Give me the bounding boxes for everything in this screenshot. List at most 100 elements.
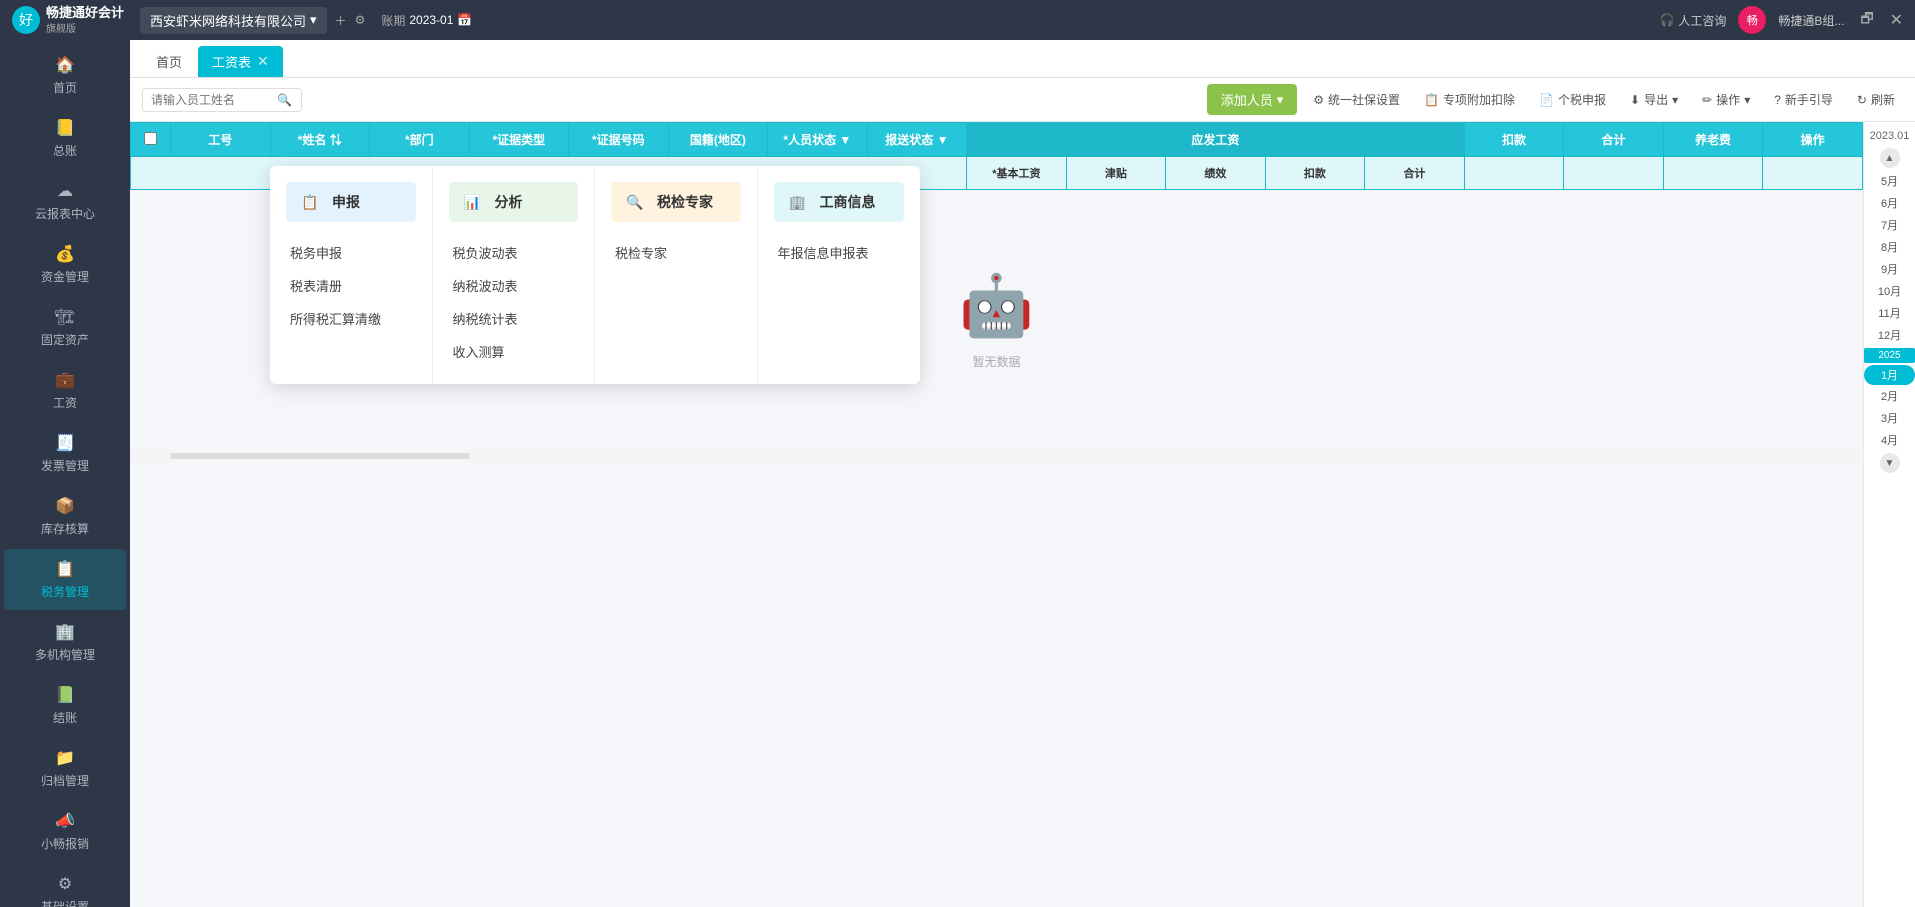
sidebar-icon: 📁 xyxy=(55,748,75,768)
select-all-checkbox[interactable] xyxy=(144,132,157,145)
sidebar-label: 工资 xyxy=(53,394,77,411)
timeline-month-3月[interactable]: 3月 xyxy=(1864,407,1915,429)
sub-col-total: 合计 xyxy=(1365,157,1465,190)
toolbar: 🔍 添加人员 ▾ ⚙ 统一社保设置 📋 专项附加扣除 📄 个税申报 ⬇ 导出 xyxy=(130,78,1915,122)
sidebar-item-首页[interactable]: 🏠首页 xyxy=(4,45,126,106)
timeline-month-5月[interactable]: 5月 xyxy=(1864,170,1915,192)
sidebar-icon: 🧾 xyxy=(55,433,75,453)
sidebar-item-工资[interactable]: 💼工资 xyxy=(4,360,126,421)
search-input[interactable] xyxy=(151,93,271,107)
col-deduct: 扣款 xyxy=(1464,123,1564,157)
dropdown-item-税表清册[interactable]: 税表清册 xyxy=(286,269,416,302)
top-bar: 好 畅捷通好会计 旗舰版 西安虾米网络科技有限公司 ▾ ＋ ⚙ 账期 2023-… xyxy=(0,0,1915,40)
period-label: 账期 xyxy=(381,12,405,29)
refresh-button[interactable]: ↻ 刷新 xyxy=(1849,87,1903,112)
tab-payroll[interactable]: 工资表 ✕ xyxy=(198,46,283,77)
col-status: *人员状态 ▼ xyxy=(768,123,868,157)
checkbox-col-header[interactable] xyxy=(131,123,171,157)
timeline-month-1月[interactable]: 1月 xyxy=(1864,365,1915,385)
sidebar-item-总账[interactable]: 📒总账 xyxy=(4,108,126,169)
special-deduction-button[interactable]: 📋 专项附加扣除 xyxy=(1416,87,1523,112)
guide-button[interactable]: ? 新手引导 xyxy=(1766,87,1841,112)
export-button[interactable]: ⬇ 导出 ▾ xyxy=(1622,87,1686,112)
sidebar-item-多机构管理[interactable]: 🏢多机构管理 xyxy=(4,612,126,673)
sidebar-label: 首页 xyxy=(53,79,77,96)
dropdown-item-纳税统计表[interactable]: 纳税统计表 xyxy=(449,302,579,335)
col-pension: 养老费 xyxy=(1663,123,1763,157)
sidebar-label: 发票管理 xyxy=(41,457,89,474)
dropdown-item-收入测算[interactable]: 收入测算 xyxy=(449,335,579,368)
timeline-month-2月[interactable]: 2月 xyxy=(1864,385,1915,407)
dropdown-item-纳税波动表[interactable]: 纳税波动表 xyxy=(449,269,579,302)
dropdown-col-税检专家: 🔍税检专家税检专家 xyxy=(595,166,758,384)
dropdown-item-年报信息申报表[interactable]: 年报信息申报表 xyxy=(774,236,905,269)
settings-icon[interactable]: ⚙ xyxy=(355,13,366,27)
tab-close-icon[interactable]: ✕ xyxy=(257,53,269,70)
sidebar-label: 小畅报销 xyxy=(41,835,89,852)
operation-button[interactable]: ✏ 操作 ▾ xyxy=(1694,87,1758,112)
sidebar-item-归档管理[interactable]: 📁 归档管理 xyxy=(4,738,126,799)
col-cert-type: *证据类型 xyxy=(469,123,569,157)
sidebar-label: 归档管理 xyxy=(41,772,89,789)
timeline-month-12月[interactable]: 12月 xyxy=(1864,324,1915,346)
scrollbar-thumb[interactable] xyxy=(170,453,470,459)
social-security-button[interactable]: ⚙ 统一社保设置 xyxy=(1305,87,1408,112)
timeline-month-4月[interactable]: 4月 xyxy=(1864,429,1915,451)
close-icon[interactable]: ✕ xyxy=(1890,10,1903,30)
add-person-button[interactable]: 添加人员 ▾ xyxy=(1207,84,1298,115)
timeline-nav-down[interactable]: ▼ xyxy=(1880,453,1900,473)
dropdown-item-税负波动表[interactable]: 税负波动表 xyxy=(449,236,579,269)
timeline-month-9月[interactable]: 9月 xyxy=(1864,258,1915,280)
dropdown-item-税务申报[interactable]: 税务申报 xyxy=(286,236,416,269)
sidebar-item-发票管理[interactable]: 🧾 发票管理 xyxy=(4,423,126,484)
sidebar-item-资金管理[interactable]: 💰 资金管理 xyxy=(4,234,126,295)
sidebar-item-云报表中心[interactable]: ☁云报表中心 xyxy=(4,171,126,232)
col-icon-申报: 📋 xyxy=(296,188,324,216)
right-timeline: 2023.01▲5月6月7月8月9月10月11月12月20251月2月3月4月▼ xyxy=(1863,122,1915,907)
sidebar-label: 税务管理 xyxy=(41,583,89,600)
sidebar-label: 总账 xyxy=(53,142,77,159)
sidebar-item-固定资产[interactable]: 🏗固定资产 xyxy=(4,297,126,358)
dropdown-col-header-申报: 📋申报 xyxy=(286,182,416,222)
sidebar-label: 资金管理 xyxy=(41,268,89,285)
dropdown-col-header-工商信息: 🏢工商信息 xyxy=(774,182,905,222)
sidebar-icon: 💰 xyxy=(55,244,75,264)
social-security-icon: ⚙ xyxy=(1313,93,1324,107)
search-icon: 🔍 xyxy=(277,93,292,107)
timeline-month-10月[interactable]: 10月 xyxy=(1864,280,1915,302)
sidebar-item-库存核算[interactable]: 📦库存核算 xyxy=(4,486,126,547)
calendar-icon[interactable]: 📅 xyxy=(457,13,472,27)
sidebar-item-基础设置[interactable]: ⚙基础设置 xyxy=(4,864,126,907)
col-cert-no: *证据号码 xyxy=(569,123,669,157)
search-box: 🔍 xyxy=(142,88,302,112)
sub-col-deduct: 扣款 xyxy=(1265,157,1365,190)
sidebar-item-小畅报销[interactable]: 📣小畅报销 xyxy=(4,801,126,862)
sidebar-item-结账[interactable]: 📗结账 xyxy=(4,675,126,736)
col-dept: *部门 xyxy=(370,123,470,157)
dropdown-col-工商信息: 🏢工商信息年报信息申报表 xyxy=(758,166,921,384)
sidebar-icon: ⚙ xyxy=(58,874,72,894)
col-employee-id: 工号 xyxy=(171,123,271,157)
support-button[interactable]: 🎧 人工咨询 xyxy=(1659,12,1726,29)
timeline-month-7月[interactable]: 7月 xyxy=(1864,214,1915,236)
app-logo: 好 畅捷通好会计 旗舰版 xyxy=(12,5,124,36)
company-selector[interactable]: 西安虾米网络科技有限公司 ▾ xyxy=(140,7,327,34)
tab-payroll-label: 工资表 xyxy=(212,52,251,71)
sidebar-item-税务管理[interactable]: 📋税务管理 xyxy=(4,549,126,610)
col-nationality: 国籍(地区) xyxy=(668,123,768,157)
add-company-icon[interactable]: ＋ xyxy=(335,12,347,29)
timeline-month-8月[interactable]: 8月 xyxy=(1864,236,1915,258)
operation-icon: ✏ xyxy=(1702,93,1712,107)
timeline-nav-up[interactable]: ▲ xyxy=(1880,148,1900,168)
tax-declaration-button[interactable]: 📄 个税申报 xyxy=(1531,87,1614,112)
empty-text: 暂无数据 xyxy=(972,353,1020,370)
col-name: *姓名 ⇅ xyxy=(270,123,370,157)
sidebar-icon: 🏗 xyxy=(55,307,75,327)
dropdown-item-所得税汇算清缴[interactable]: 所得税汇算清缴 xyxy=(286,302,416,335)
dropdown-item-税检专家[interactable]: 税检专家 xyxy=(611,236,741,269)
restore-icon[interactable]: 🗗 xyxy=(1860,8,1873,32)
tab-home[interactable]: 首页 xyxy=(142,46,196,77)
user-avatar[interactable]: 畅 xyxy=(1738,6,1766,34)
timeline-month-11月[interactable]: 11月 xyxy=(1864,302,1915,324)
timeline-month-6月[interactable]: 6月 xyxy=(1864,192,1915,214)
